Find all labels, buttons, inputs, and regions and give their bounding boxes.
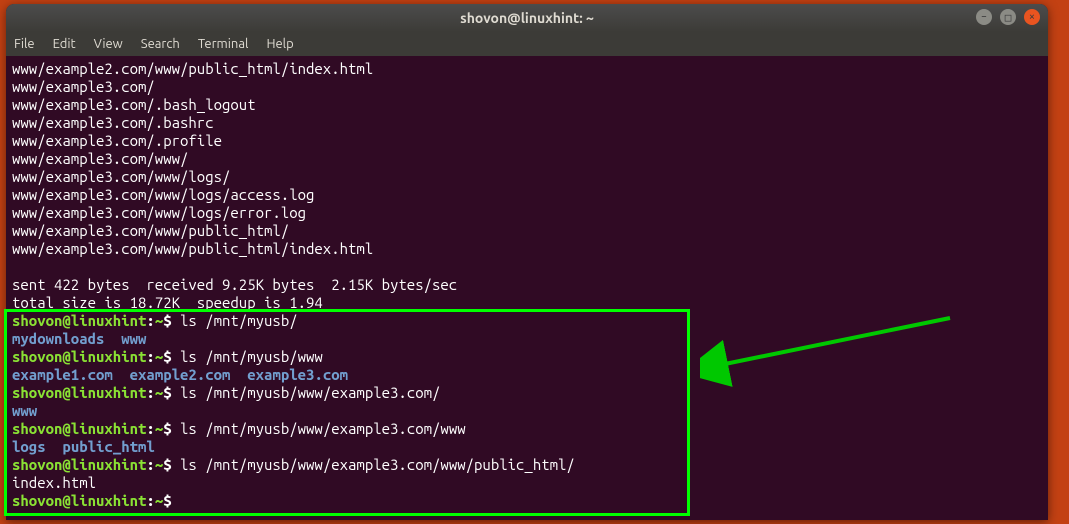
output-line: www/example3.com/ bbox=[12, 78, 1042, 96]
output-line: example1.com example2.com example3.com bbox=[12, 366, 1042, 384]
output-line: www/example2.com/www/public_html/index.h… bbox=[12, 60, 1042, 78]
output-line: www/example3.com/www/public_html/ bbox=[12, 222, 1042, 240]
file-name: index.html bbox=[12, 474, 96, 491]
prompt-user: shovon@linuxhint bbox=[12, 312, 146, 329]
output-line: www/example3.com/.bashrc bbox=[12, 114, 1042, 132]
output-line: www/example3.com/www/ bbox=[12, 150, 1042, 168]
prompt-sep: : bbox=[146, 312, 154, 329]
command-text: ls /mnt/myusb/ bbox=[180, 312, 298, 329]
summary-line: sent 422 bytes received 9.25K bytes 2.15… bbox=[12, 276, 1042, 294]
titlebar: shovon@linuxhint: ~ – □ × bbox=[6, 4, 1048, 32]
prompt-line: shovon@linuxhint:~$ ls /mnt/myusb/www/ex… bbox=[12, 384, 1042, 402]
dir-name: www bbox=[121, 330, 146, 347]
output-line: www/example3.com/www/logs/error.log bbox=[12, 204, 1042, 222]
prompt-line: shovon@linuxhint:~$ ls /mnt/myusb/ bbox=[12, 312, 1042, 330]
menu-edit[interactable]: Edit bbox=[53, 37, 76, 51]
blank-line bbox=[12, 258, 1042, 276]
output-line: www/example3.com/www/public_html/index.h… bbox=[12, 240, 1042, 258]
command-text: ls /mnt/myusb/www bbox=[180, 348, 323, 365]
output-line: index.html bbox=[12, 474, 1042, 492]
command-text: ls /mnt/myusb/www/example3.com/ bbox=[180, 384, 440, 401]
minimize-button[interactable]: – bbox=[976, 9, 992, 25]
command-text bbox=[172, 312, 180, 329]
prompt-line: shovon@linuxhint:~$ ls /mnt/myusb/www/ex… bbox=[12, 456, 1042, 474]
menu-file[interactable]: File bbox=[14, 37, 35, 51]
menu-view[interactable]: View bbox=[94, 37, 123, 51]
close-button[interactable]: × bbox=[1024, 9, 1040, 25]
menu-help[interactable]: Help bbox=[266, 37, 293, 51]
prompt-sym: $ bbox=[163, 312, 171, 329]
window-title: shovon@linuxhint: ~ bbox=[460, 10, 594, 26]
terminal-window: shovon@linuxhint: ~ – □ × File Edit View… bbox=[6, 4, 1048, 520]
dir-name: public_html bbox=[62, 438, 154, 455]
menu-search[interactable]: Search bbox=[141, 37, 180, 51]
prompt-path: ~ bbox=[155, 312, 163, 329]
output-line: www bbox=[12, 402, 1042, 420]
prompt-line: shovon@linuxhint:~$ ls /mnt/myusb/www bbox=[12, 348, 1042, 366]
output-line: www/example3.com/www/logs/ bbox=[12, 168, 1042, 186]
dir-name: www bbox=[12, 402, 37, 419]
dir-name: example2.com bbox=[130, 366, 231, 383]
output-line: mydownloads www bbox=[12, 330, 1042, 348]
command-text: ls /mnt/myusb/www/example3.com/www/publi… bbox=[180, 456, 575, 473]
dir-name: logs bbox=[12, 438, 46, 455]
prompt-line: shovon@linuxhint:~$ bbox=[12, 492, 1042, 510]
summary-line: total size is 18.72K speedup is 1.94 bbox=[12, 294, 1042, 312]
dir-name: mydownloads bbox=[12, 330, 104, 347]
window-controls: – □ × bbox=[976, 9, 1040, 25]
output-line: www/example3.com/.profile bbox=[12, 132, 1042, 150]
output-line: logs public_html bbox=[12, 438, 1042, 456]
maximize-button[interactable]: □ bbox=[1000, 9, 1016, 25]
command-text: ls /mnt/myusb/www/example3.com/www bbox=[180, 420, 466, 437]
terminal-body[interactable]: www/example2.com/www/public_html/index.h… bbox=[6, 56, 1048, 514]
menu-terminal[interactable]: Terminal bbox=[198, 37, 249, 51]
dir-name: example3.com bbox=[247, 366, 348, 383]
output-line: www/example3.com/.bash_logout bbox=[12, 96, 1042, 114]
dir-name: example1.com bbox=[12, 366, 113, 383]
output-line: www/example3.com/www/logs/access.log bbox=[12, 186, 1042, 204]
prompt-line: shovon@linuxhint:~$ ls /mnt/myusb/www/ex… bbox=[12, 420, 1042, 438]
menubar: File Edit View Search Terminal Help bbox=[6, 32, 1048, 56]
